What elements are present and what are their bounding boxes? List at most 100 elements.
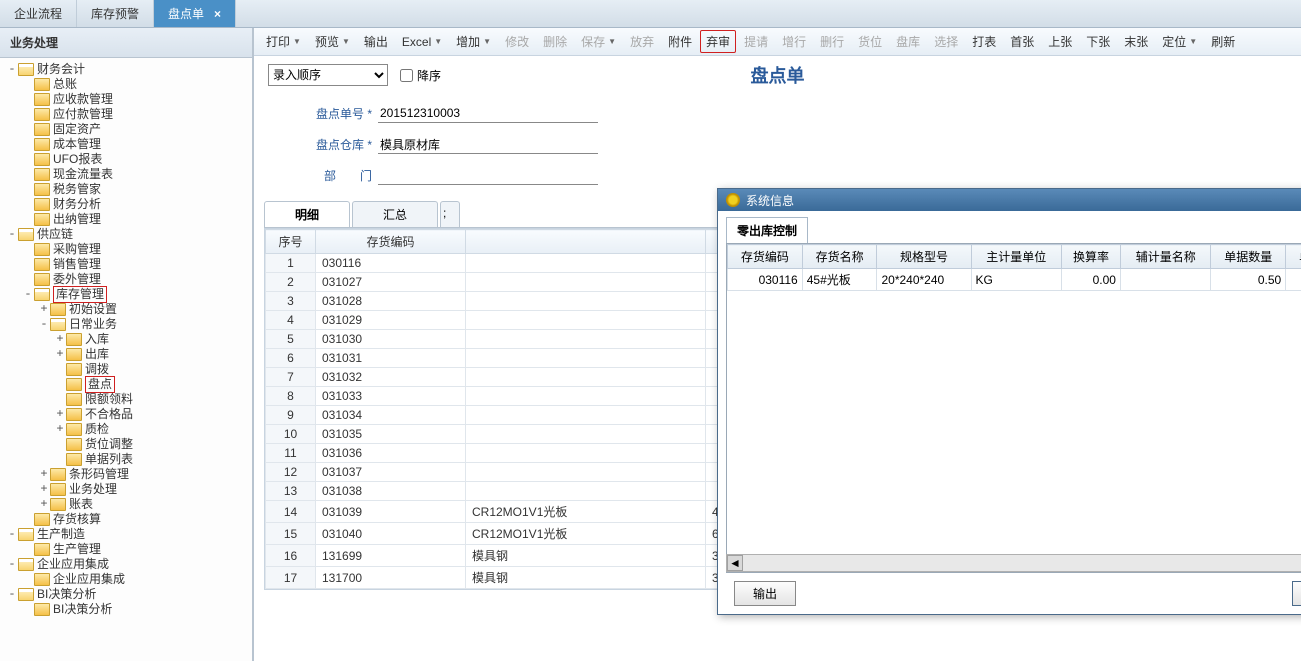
- tree-node[interactable]: -生产制造: [6, 527, 252, 542]
- tree-node[interactable]: - 供应链: [6, 227, 252, 242]
- tree-node[interactable]: -库存管理: [6, 287, 252, 302]
- tree-node[interactable]: 应收款管理: [6, 92, 252, 107]
- tree-label: 出库: [85, 347, 109, 362]
- expand-icon[interactable]: +: [38, 482, 50, 497]
- tree-node[interactable]: 盘点: [6, 377, 252, 392]
- dlg-col: 存货编码: [728, 245, 803, 269]
- tree-node[interactable]: 调拨: [6, 362, 252, 377]
- dialog-tab[interactable]: 零出库控制: [726, 217, 808, 243]
- export-button[interactable]: 输出: [734, 581, 796, 606]
- close-icon[interactable]: ×: [214, 7, 221, 21]
- tree-node[interactable]: -企业应用集成: [6, 557, 252, 572]
- toolbar-弃审[interactable]: 弃审: [700, 30, 736, 53]
- folder-icon: [66, 423, 82, 437]
- tree-label: 初始设置: [69, 302, 117, 317]
- tree-node[interactable]: +入库: [6, 332, 252, 347]
- field-wh[interactable]: [378, 135, 598, 154]
- tree-node[interactable]: 成本管理: [6, 137, 252, 152]
- folder-icon: [18, 228, 34, 242]
- tree-label: 总账: [53, 77, 77, 92]
- tree-node[interactable]: 货位调整: [6, 437, 252, 452]
- tree-label: 不合格品: [85, 407, 133, 422]
- folder-icon: [50, 468, 66, 482]
- tree-node[interactable]: 财务分析: [6, 197, 252, 212]
- field-dept[interactable]: [378, 166, 598, 185]
- main-tab-2[interactable]: 盘点单×: [154, 0, 236, 27]
- folder-icon: [34, 213, 50, 227]
- scrollbar-track[interactable]: [743, 555, 1301, 571]
- scroll-left-icon[interactable]: ◄: [727, 555, 743, 571]
- toolbar-输出[interactable]: 输出: [358, 30, 394, 53]
- collapse-icon[interactable]: -: [6, 557, 18, 572]
- tree-node[interactable]: BI决策分析: [6, 602, 252, 617]
- ok-button[interactable]: 确认: [1292, 581, 1301, 606]
- tree-node[interactable]: 出纳管理: [6, 212, 252, 227]
- tree-node[interactable]: 委外管理: [6, 272, 252, 287]
- collapse-icon[interactable]: -: [6, 527, 18, 542]
- tree-node[interactable]: 限额领料: [6, 392, 252, 407]
- tree-node[interactable]: + 出库: [6, 347, 252, 362]
- toolbar-Excel[interactable]: Excel▼: [396, 32, 448, 52]
- desc-checkbox[interactable]: 降序: [400, 67, 441, 84]
- collapse-icon[interactable]: -: [6, 62, 18, 77]
- tree-node[interactable]: UFO报表: [6, 152, 252, 167]
- detail-tab-mingxi[interactable]: 明细: [264, 201, 350, 227]
- tree-node[interactable]: 现金流量表: [6, 167, 252, 182]
- folder-icon: [34, 603, 50, 617]
- folder-icon: [66, 348, 82, 362]
- tree-node[interactable]: 单据列表: [6, 452, 252, 467]
- main-tab-1[interactable]: 库存预警: [77, 0, 154, 27]
- field-no[interactable]: [378, 104, 598, 123]
- tree-node[interactable]: + 不合格品: [6, 407, 252, 422]
- tree-node[interactable]: 企业应用集成: [6, 572, 252, 587]
- tree-node[interactable]: +账表: [6, 497, 252, 512]
- tree-node[interactable]: -日常业务: [6, 317, 252, 332]
- toolbar-末张[interactable]: 末张: [1118, 30, 1154, 53]
- toolbar-增加[interactable]: 增加▼: [450, 30, 497, 53]
- tree-node[interactable]: +质检: [6, 422, 252, 437]
- folder-icon: [66, 378, 82, 392]
- collapse-icon[interactable]: -: [38, 317, 50, 332]
- tree-node[interactable]: 应付款管理: [6, 107, 252, 122]
- sort-select[interactable]: 录入顺序: [268, 64, 388, 86]
- tree-label: 供应链: [37, 227, 73, 242]
- collapse-icon[interactable]: -: [6, 227, 18, 242]
- tree-node[interactable]: +业务处理: [6, 482, 252, 497]
- tree-node[interactable]: 固定资产: [6, 122, 252, 137]
- folder-icon: [18, 588, 34, 602]
- expand-icon[interactable]: +: [38, 497, 50, 512]
- toolbar-附件[interactable]: 附件: [662, 30, 698, 53]
- expand-icon[interactable]: +: [54, 422, 66, 437]
- toolbar-首张[interactable]: 首张: [1004, 30, 1040, 53]
- expand-icon[interactable]: +: [54, 332, 66, 347]
- toolbar-预览[interactable]: 预览▼: [309, 30, 356, 53]
- expand-icon[interactable]: +: [38, 302, 50, 317]
- main-tab-0[interactable]: 企业流程: [0, 0, 77, 27]
- expand-icon[interactable]: +: [54, 407, 66, 422]
- tree-node[interactable]: + 初始设置: [6, 302, 252, 317]
- detail-tab-more[interactable]: ;: [440, 201, 460, 227]
- tree-node[interactable]: -财务会计: [6, 62, 252, 77]
- tree-node[interactable]: 存货核算: [6, 512, 252, 527]
- tree-node[interactable]: -BI决策分析: [6, 587, 252, 602]
- tree-node[interactable]: 税务管家: [6, 182, 252, 197]
- tree-node[interactable]: 采购管理: [6, 242, 252, 257]
- folder-icon: [18, 63, 34, 77]
- toolbar-打印[interactable]: 打印▼: [260, 30, 307, 53]
- toolbar-刷新[interactable]: 刷新: [1205, 30, 1241, 53]
- expand-icon[interactable]: +: [38, 467, 50, 482]
- tree-label: 限额领料: [85, 392, 133, 407]
- toolbar-上张[interactable]: 上张: [1042, 30, 1078, 53]
- tree-node[interactable]: 生产管理: [6, 542, 252, 557]
- tree-node[interactable]: 销售管理: [6, 257, 252, 272]
- toolbar-打表[interactable]: 打表: [966, 30, 1002, 53]
- tree-node[interactable]: +条形码管理: [6, 467, 252, 482]
- toolbar-下张[interactable]: 下张: [1080, 30, 1116, 53]
- expand-icon[interactable]: +: [54, 347, 66, 362]
- collapse-icon[interactable]: -: [6, 587, 18, 602]
- detail-tab-huizong[interactable]: 汇总: [352, 201, 438, 227]
- toolbar-定位[interactable]: 定位▼: [1156, 30, 1203, 53]
- collapse-icon[interactable]: -: [22, 287, 34, 302]
- toolbar-盘库: 盘库: [890, 30, 926, 53]
- tree-node[interactable]: 总账: [6, 77, 252, 92]
